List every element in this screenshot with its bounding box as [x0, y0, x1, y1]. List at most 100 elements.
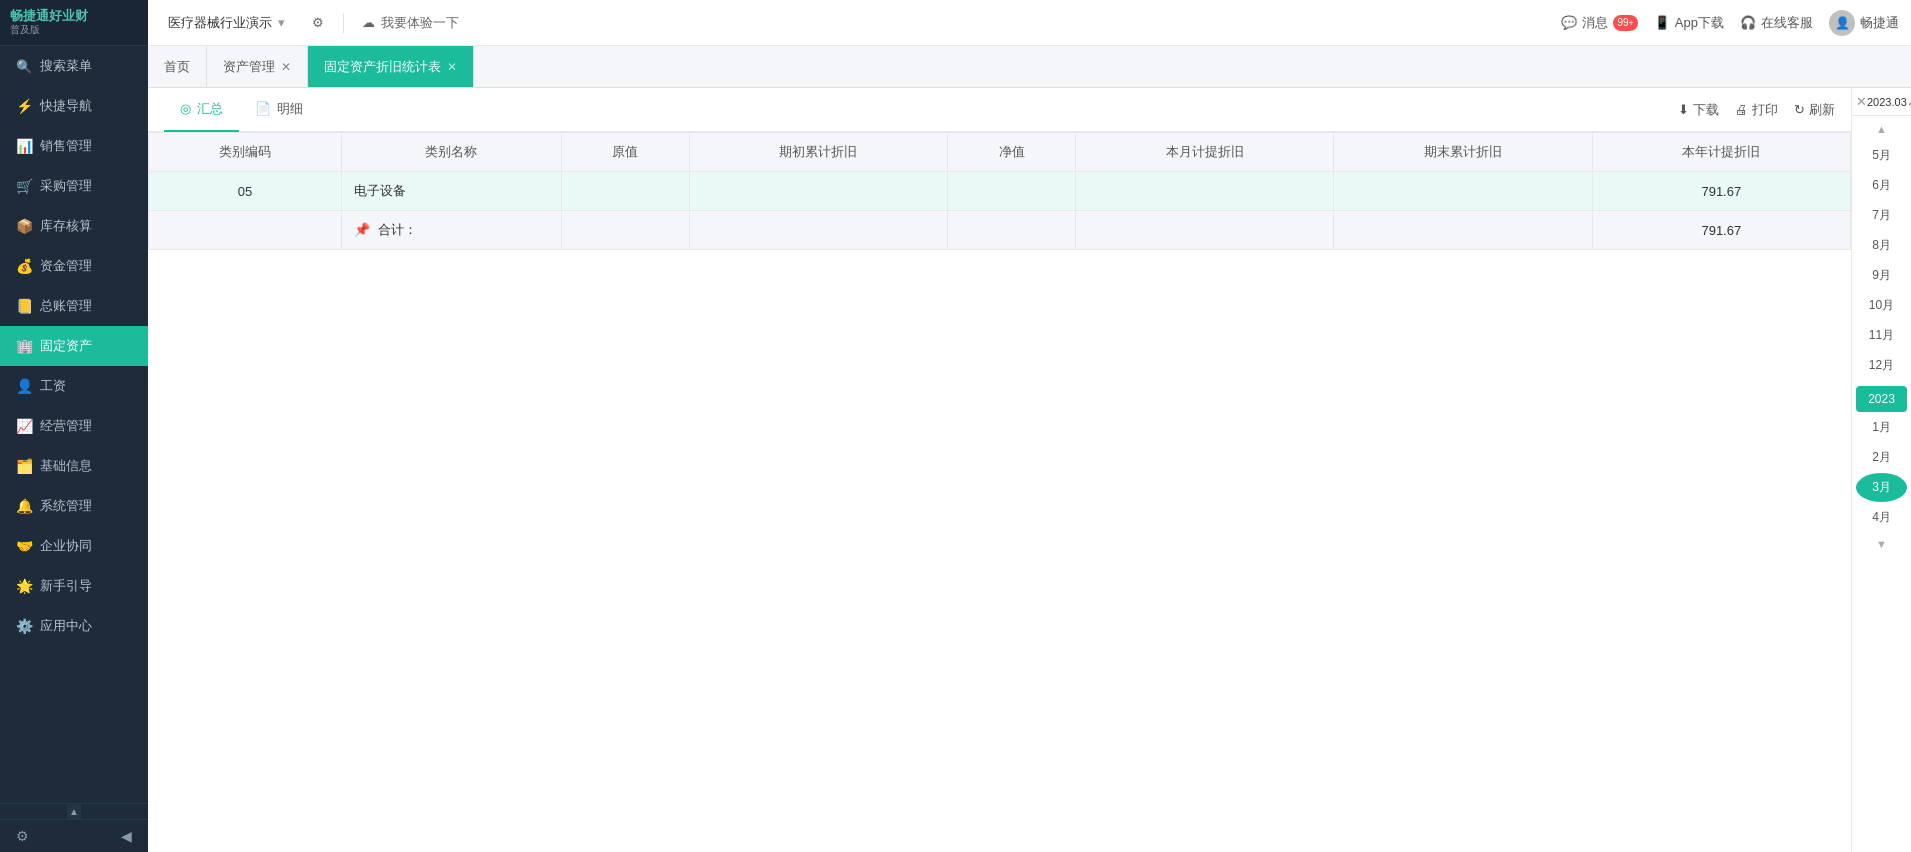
date-panel: ✕ 2023.03 ⤢ ▲ 5月 6月 7月 8月 9月 10月 11月 12月 [1851, 88, 1911, 852]
purchase-icon: 🛒 [16, 178, 32, 194]
date-month-2023-4[interactable]: 4月 [1856, 503, 1907, 532]
refresh-icon: ↻ [1794, 102, 1805, 117]
table-total-row: 📌 合计： 791.67 [149, 211, 1851, 250]
date-month-5[interactable]: 5月 [1856, 141, 1907, 170]
sidebar-item-guide[interactable]: 🌟 新手引导 [0, 566, 148, 606]
sidebar-item-label: 库存核算 [40, 217, 92, 235]
notification-badge: 99+ [1613, 15, 1637, 31]
settings-icon[interactable]: ⚙ [16, 828, 29, 844]
sidebar-item-label: 系统管理 [40, 497, 92, 515]
total-label-cell [149, 211, 342, 250]
headset-icon: 🎧 [1740, 15, 1756, 30]
sidebar-item-operations[interactable]: 📈 经营管理 [0, 406, 148, 446]
refresh-button[interactable]: ↻ 刷新 [1794, 101, 1835, 119]
print-button[interactable]: 🖨 打印 [1735, 101, 1778, 119]
sidebar-scroll: ⚡ 快捷导航 📊 销售管理 🛒 采购管理 📦 库存核算 💰 资金管理 📒 总账管… [0, 86, 148, 803]
date-month-10[interactable]: 10月 [1856, 291, 1907, 320]
depreciation-table-wrapper: 类别编码 类别名称 原值 期初累计折旧 净值 本月计提折旧 期末累计折旧 本年计… [148, 132, 1851, 250]
date-month-12[interactable]: 12月 [1856, 351, 1907, 380]
date-month-2023-1[interactable]: 1月 [1856, 413, 1907, 442]
tab-asset-mgmt[interactable]: 资产管理 ✕ [207, 46, 308, 88]
sidebar-scroll-up[interactable]: ▲ [67, 804, 81, 819]
sidebar-item-purchase[interactable]: 🛒 采购管理 [0, 166, 148, 206]
basic-info-icon: 🗂️ [16, 458, 32, 474]
sales-icon: 📊 [16, 138, 32, 154]
main-content: ◎ 汇总 📄 明细 ⬇ 下载 🖨 打印 [148, 88, 1851, 852]
sidebar-item-label: 经营管理 [40, 417, 92, 435]
sidebar-logo: 畅捷通好业财 [10, 8, 88, 24]
row-net-value [948, 172, 1076, 211]
col-header-original-value: 原值 [561, 133, 689, 172]
online-support-button[interactable]: 🎧 在线客服 [1740, 14, 1813, 32]
cloud-icon: ☁ [362, 15, 375, 30]
tabs-bar: 首页 资产管理 ✕ 固定资产折旧统计表 ✕ [148, 46, 1911, 88]
funds-icon: 💰 [16, 258, 32, 274]
sidebar-item-funds[interactable]: 💰 资金管理 [0, 246, 148, 286]
notification-button[interactable]: 💬 消息 99+ [1561, 14, 1637, 32]
date-month-9[interactable]: 9月 [1856, 261, 1907, 290]
scroll-up-arrow[interactable]: ▲ [1852, 120, 1911, 138]
sub-tabs-bar: ◎ 汇总 📄 明细 ⬇ 下载 🖨 打印 [148, 88, 1851, 132]
scroll-down-arrow[interactable]: ▼ [1852, 535, 1911, 553]
sidebar-scroll-ctrl: ▲ [0, 803, 148, 819]
guide-icon: 🌟 [16, 578, 32, 594]
download-button[interactable]: ⬇ 下载 [1678, 101, 1719, 119]
system-icon: 🔔 [16, 498, 32, 514]
refresh-label: 刷新 [1809, 101, 1835, 119]
sidebar-item-enterprise[interactable]: 🤝 企业协同 [0, 526, 148, 566]
company-selector[interactable]: 医疗器械行业演示 ▾ [160, 10, 293, 36]
col-header-initial-accum: 期初累计折旧 [689, 133, 947, 172]
sidebar-item-basic-info[interactable]: 🗂️ 基础信息 [0, 446, 148, 486]
total-original-value [561, 211, 689, 250]
date-month-2023-2[interactable]: 2月 [1856, 443, 1907, 472]
app-download-button[interactable]: 📱 App下载 [1654, 14, 1724, 32]
topbar-settings-button[interactable]: ⚙ [303, 8, 333, 38]
date-month-2023-3[interactable]: 3月 [1856, 473, 1907, 502]
sidebar: 畅捷通好业财 普及版 🔍 搜索菜单 ⚡ 快捷导航 📊 销售管理 🛒 采购管理 📦… [0, 0, 148, 852]
tab-depreciation-close[interactable]: ✕ [447, 60, 457, 74]
sub-tab-detail-label: 明细 [277, 100, 303, 118]
row-ending-accum [1334, 172, 1592, 211]
total-monthly-depr [1075, 211, 1333, 250]
toolbar-right: ⬇ 下载 🖨 打印 ↻ 刷新 [1678, 101, 1835, 119]
topbar-divider [343, 13, 344, 33]
panel-close-button[interactable]: ✕ [1856, 94, 1867, 109]
row-code: 05 [149, 172, 342, 211]
panel-expand-button[interactable]: ⤢ [1907, 94, 1911, 109]
sidebar-item-ledger[interactable]: 📒 总账管理 [0, 286, 148, 326]
sidebar-search[interactable]: 🔍 搜索菜单 [0, 46, 148, 86]
sidebar-item-inventory[interactable]: 📦 库存核算 [0, 206, 148, 246]
settings-icon: ⚙ [312, 15, 324, 30]
date-month-7[interactable]: 7月 [1856, 201, 1907, 230]
sub-tab-summary[interactable]: ◎ 汇总 [164, 88, 239, 132]
user-avatar-button[interactable]: 👤 畅捷通 [1829, 10, 1899, 36]
sidebar-item-sales[interactable]: 📊 销售管理 [0, 126, 148, 166]
tab-depreciation-label: 固定资产折旧统计表 [324, 58, 441, 76]
sidebar-item-app-center[interactable]: ⚙️ 应用中心 [0, 606, 148, 646]
sub-tab-detail[interactable]: 📄 明细 [239, 88, 319, 132]
collapse-icon[interactable]: ◀ [121, 828, 132, 844]
sidebar-item-label: 固定资产 [40, 337, 92, 355]
total-icon: 📌 [354, 222, 370, 237]
tab-depreciation[interactable]: 固定资产折旧统计表 ✕ [308, 46, 474, 88]
tab-home[interactable]: 首页 [148, 46, 207, 88]
col-header-code: 类别编码 [149, 133, 342, 172]
date-month-6[interactable]: 6月 [1856, 171, 1907, 200]
payroll-icon: 👤 [16, 378, 32, 394]
sidebar-item-quick-nav[interactable]: ⚡ 快捷导航 [0, 86, 148, 126]
sidebar-item-label: 工资 [40, 377, 66, 395]
date-month-11[interactable]: 11月 [1856, 321, 1907, 350]
sub-tab-summary-label: 汇总 [197, 100, 223, 118]
sidebar-item-fixed-assets[interactable]: 🏢 固定资产 [0, 326, 148, 366]
date-month-8[interactable]: 8月 [1856, 231, 1907, 260]
experience-button[interactable]: ☁ 我要体验一下 [354, 10, 467, 36]
sidebar-item-system[interactable]: 🔔 系统管理 [0, 486, 148, 526]
company-name: 医疗器械行业演示 [168, 14, 272, 32]
tab-asset-mgmt-close[interactable]: ✕ [281, 60, 291, 74]
online-support-label: 在线客服 [1761, 14, 1813, 32]
sidebar-item-payroll[interactable]: 👤 工资 [0, 366, 148, 406]
summary-icon: ◎ [180, 101, 191, 116]
table-row: 05 电子设备 791.67 [149, 172, 1851, 211]
quick-nav-icon: ⚡ [16, 98, 32, 114]
ledger-icon: 📒 [16, 298, 32, 314]
